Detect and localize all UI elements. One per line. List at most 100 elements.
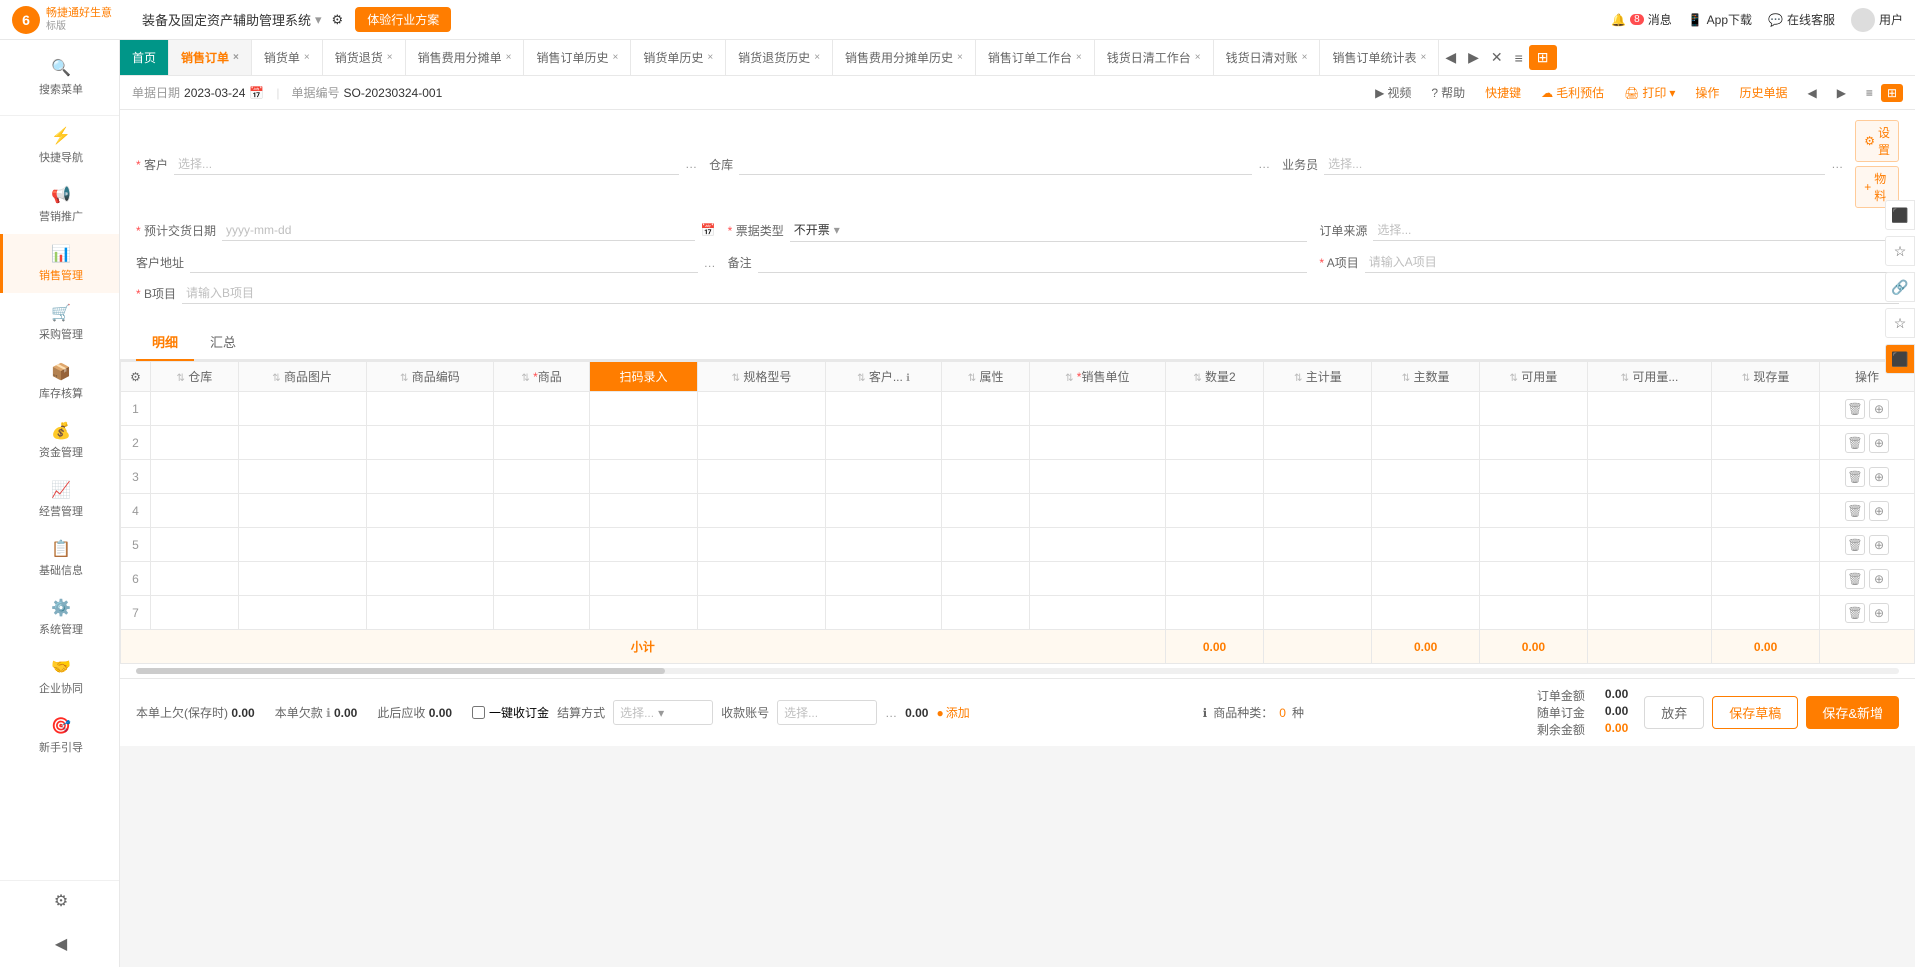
cell-available2[interactable] (1587, 562, 1711, 596)
cell-attribute[interactable] (942, 426, 1030, 460)
tab-sales-return-history[interactable]: 销货单历史 × (631, 40, 726, 76)
discard-button[interactable]: 放弃 (1644, 696, 1704, 729)
cell-main-unit[interactable] (1264, 392, 1372, 426)
th-scan[interactable]: 扫码录入 (589, 362, 697, 392)
cell-product-code[interactable] (366, 562, 494, 596)
sidebar-item-settings[interactable]: ⚙ (0, 881, 119, 924)
address-dots-btn[interactable]: … (704, 256, 716, 270)
save-draft-button[interactable]: 保存草稿 (1712, 696, 1798, 729)
cell-main-qty[interactable] (1372, 392, 1480, 426)
gear-icon[interactable]: ⚙ (130, 370, 141, 384)
tab-close-icon[interactable]: × (506, 52, 512, 63)
cell-sales-unit[interactable] (1030, 528, 1166, 562)
cell-warehouse[interactable] (151, 596, 239, 630)
sidebar-item-guide[interactable]: 🎯 新手引导 (0, 706, 119, 765)
sidebar-item-finance[interactable]: 💰 资金管理 (0, 411, 119, 470)
sidebar-item-operations[interactable]: 📈 经营管理 (0, 470, 119, 529)
sidebar-item-inventory[interactable]: 📦 库存核算 (0, 352, 119, 411)
cell-product-img[interactable] (238, 596, 366, 630)
scroll-bar-track[interactable] (136, 668, 1899, 674)
tab-sales-order-history[interactable]: 销售订单历史 × (524, 40, 631, 76)
tab-sales-workbench[interactable]: 销售订单工作台 × (976, 40, 1095, 76)
sidebar-item-enterprise[interactable]: 🤝 企业协同 (0, 647, 119, 706)
cell-stock[interactable] (1712, 596, 1820, 630)
cell-available[interactable] (1480, 460, 1588, 494)
tab-close-icon[interactable]: × (1195, 52, 1201, 63)
grid-view-btn[interactable]: ⊞ (1881, 84, 1903, 102)
cell-stock[interactable] (1712, 460, 1820, 494)
tab-close-icon[interactable]: × (957, 52, 963, 63)
cell-warehouse[interactable] (151, 494, 239, 528)
cell-available[interactable] (1480, 426, 1588, 460)
tab-close-icon[interactable]: × (1302, 52, 1308, 63)
online-service-item[interactable]: 💬 在线客服 (1768, 11, 1835, 28)
cell-customer-code[interactable] (825, 460, 941, 494)
chevron-down-icon[interactable]: ▾ (315, 12, 322, 28)
cell-qty2[interactable] (1165, 460, 1264, 494)
row-copy-btn[interactable]: ⊕ (1869, 535, 1889, 555)
cell-available2[interactable] (1587, 494, 1711, 528)
cell-main-unit[interactable] (1264, 528, 1372, 562)
sidebar-item-quick-nav[interactable]: ⚡ 快捷导航 (0, 116, 119, 175)
cell-product-img[interactable] (238, 528, 366, 562)
tab-close-icon[interactable]: × (304, 52, 310, 63)
payment-method-select[interactable]: 选择... ▾ (613, 700, 713, 725)
tab-close-all-btn[interactable]: ✕ (1485, 49, 1509, 66)
cell-main-unit[interactable] (1264, 562, 1372, 596)
one-click-settle-check[interactable] (472, 706, 485, 719)
save-new-button[interactable]: 保存&新增 (1806, 696, 1899, 729)
cell-attribute[interactable] (942, 562, 1030, 596)
cell-scan[interactable] (589, 562, 697, 596)
row-copy-btn[interactable]: ⊕ (1869, 467, 1889, 487)
list-view-btn[interactable]: ≡ (1860, 84, 1879, 102)
cell-main-unit[interactable] (1264, 596, 1372, 630)
cell-qty2[interactable] (1165, 562, 1264, 596)
sidebar-collapse-btn[interactable]: ◀ (0, 924, 119, 967)
user-item[interactable]: 用户 (1851, 8, 1903, 32)
tab-cash-daily[interactable]: 钱货日清工作台 × (1095, 40, 1214, 76)
help-btn[interactable]: ? 帮助 (1425, 82, 1471, 103)
sidebar-item-system[interactable]: ⚙️ 系统管理 (0, 588, 119, 647)
tab-close-icon[interactable]: × (707, 52, 713, 63)
cell-spec[interactable] (698, 562, 826, 596)
cell-main-qty[interactable] (1372, 460, 1480, 494)
cell-customer-code[interactable] (825, 528, 941, 562)
cell-attribute[interactable] (942, 460, 1030, 494)
cell-product-code[interactable] (366, 460, 494, 494)
tab-close-icon[interactable]: × (1420, 52, 1426, 63)
cell-scan[interactable] (589, 392, 697, 426)
cell-available[interactable] (1480, 596, 1588, 630)
cell-qty2[interactable] (1165, 392, 1264, 426)
cell-main-unit[interactable] (1264, 494, 1372, 528)
history-btn[interactable]: 历史单据 (1733, 82, 1793, 103)
operations-btn[interactable]: 操作 (1689, 82, 1725, 103)
cell-product-code[interactable] (366, 426, 494, 460)
cell-product-img[interactable] (238, 426, 366, 460)
receipt-account-select[interactable]: 选择... (777, 700, 877, 725)
tab-sales-stats[interactable]: 销售订单统计表 × (1320, 40, 1439, 76)
tab-summary[interactable]: 汇总 (194, 324, 252, 361)
cell-product-img[interactable] (238, 562, 366, 596)
cell-spec[interactable] (698, 528, 826, 562)
cell-product[interactable] (494, 460, 590, 494)
cell-scan[interactable] (589, 494, 697, 528)
row-copy-btn[interactable]: ⊕ (1869, 501, 1889, 521)
cell-warehouse[interactable] (151, 460, 239, 494)
cell-product[interactable] (494, 494, 590, 528)
cell-attribute[interactable] (942, 596, 1030, 630)
cell-main-qty[interactable] (1372, 426, 1480, 460)
prev-record-btn[interactable]: ◀ (1801, 84, 1822, 102)
sidebar-item-search[interactable]: 🔍 搜索菜单 (8, 48, 111, 107)
cell-main-qty[interactable] (1372, 596, 1480, 630)
row-copy-btn[interactable]: ⊕ (1869, 603, 1889, 623)
print-btn[interactable]: 🖨 打印 ▾ (1618, 82, 1681, 103)
cell-main-qty[interactable] (1372, 562, 1480, 596)
tab-close-icon[interactable]: × (387, 52, 393, 63)
cell-customer-code[interactable] (825, 494, 941, 528)
cell-qty2[interactable] (1165, 426, 1264, 460)
cell-sales-unit[interactable] (1030, 392, 1166, 426)
sidebar-item-sales[interactable]: 📊 销售管理 (0, 234, 119, 293)
cell-available2[interactable] (1587, 392, 1711, 426)
cell-sales-unit[interactable] (1030, 460, 1166, 494)
cell-product-img[interactable] (238, 494, 366, 528)
